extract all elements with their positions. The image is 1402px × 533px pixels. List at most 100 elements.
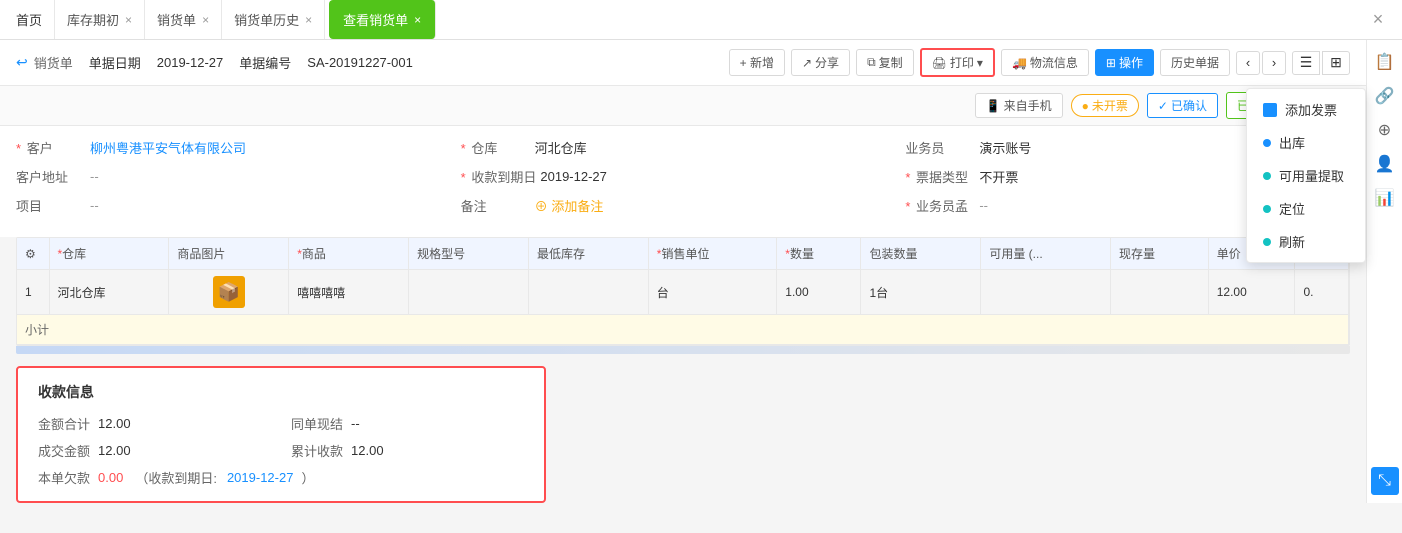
cumulative-value: 12.00 [351,443,384,458]
row-available [981,270,1111,315]
nav-arrows: ‹ › [1236,51,1286,75]
tab-view-sales-close[interactable]: × [414,13,421,27]
tab-sales-order[interactable]: 销货单 × [145,0,222,39]
due-date-suffix: ） [301,468,314,487]
next-button[interactable]: › [1262,51,1286,75]
not-opened-button[interactable]: ● 未开票 [1071,94,1139,117]
doc-type-icon: ↩ [16,54,28,71]
number-label: 单据编号 [239,53,291,72]
sidebar-link-icon[interactable]: 🔗 [1371,82,1399,110]
remark-add[interactable]: ⊕ 添加备注 [535,196,604,215]
tab-sales-history-close[interactable]: × [305,13,312,27]
payment-info-box: 收款信息 金额合计 12.00 同单现结 -- 成交金额 12.00 累计收款 … [16,366,546,503]
customer-value[interactable]: 柳州粤港平安气体有限公司 [90,138,246,157]
row-quantity: 1.00 [777,270,861,315]
plus-icon: ⊕ [535,199,548,214]
tab-sales-history[interactable]: 销货单历史 × [222,0,325,39]
row-image: 📦 [169,270,289,315]
address-value: -- [90,169,99,184]
operations-button[interactable]: ⊞ 操作 [1095,49,1154,76]
table-row: 1 河北仓库 📦 嘻嘻嘻嘻 台 1.00 1台 12.00 [17,270,1349,315]
payment-date-value: 2019-12-27 [540,169,607,184]
prev-button[interactable]: ‹ [1236,51,1260,75]
sidebar-user-icon[interactable]: 👤 [1371,150,1399,178]
from-phone-button[interactable]: 📱 来自手机 [975,93,1063,118]
project-value: -- [90,198,99,213]
document-meta: 单据日期 2019-12-27 单据编号 SA-20191227-001 [89,53,413,72]
row-unit: 台 [648,270,776,315]
sub-action-bar: 📱 来自手机 ● 未开票 ✓ 已确认 已核销 已生效 [0,86,1366,126]
col-pack-qty: 包装数量 [861,238,981,270]
logistics-button[interactable]: 🚚 物流信息 [1001,49,1089,76]
data-table: ⚙ *仓库 商品图片 *商品 规格型号 最低库存 *销售单位 *数量 包装数量 … [17,238,1349,345]
warehouse-field: * 仓库 河北仓库 [461,138,906,157]
sidebar-table-icon[interactable]: 📊 [1371,184,1399,212]
share-button[interactable]: ↗ 分享 [791,49,850,76]
current-due-label: 本单欠款 [38,468,90,487]
copy-button[interactable]: ⧉ 复制 [856,49,914,76]
row-min-stock [528,270,648,315]
subtotal-label: 小计 [17,315,1349,345]
document-header: ↩ 销货单 单据日期 2019-12-27 单据编号 SA-20191227-0… [0,40,1366,86]
form-row-1: * 客户 柳州粤港平安气体有限公司 * 仓库 河北仓库 业务员 [16,138,1350,157]
row-stock [1111,270,1209,315]
customer-field: * 客户 柳州粤港平安气体有限公司 [16,138,461,157]
col-config[interactable]: ⚙ [17,238,49,270]
table-header-row: ⚙ *仓库 商品图片 *商品 规格型号 最低库存 *销售单位 *数量 包装数量 … [17,238,1349,270]
locate-icon [1263,205,1271,213]
sidebar-info-icon[interactable]: 📋 [1371,48,1399,76]
grid-view-button[interactable]: ⊞ [1322,51,1350,75]
dropdown-locate[interactable]: 定位 [1247,192,1365,225]
row-spec [409,270,529,315]
date-value: 2019-12-27 [157,55,224,70]
phone-icon: 📱 [986,99,1001,113]
right-sidebar: 📋 🔗 ⊕ 👤 📊 ⤡ [1366,40,1402,503]
copy-icon: ⧉ [867,55,876,70]
col-product: *商品 [289,238,409,270]
new-button[interactable]: + 新增 [729,49,785,76]
list-view-button[interactable]: ☰ [1292,51,1320,75]
same-order-label: 同单现结 [291,414,343,433]
col-warehouse: *仓库 [49,238,169,270]
transaction-row: 成交金额 12.00 [38,441,271,460]
dropdown-outbound[interactable]: 出库 [1247,126,1365,159]
due-row: 本单欠款 0.00 （收款到期日: 2019-12-27 ） [38,468,524,487]
history-button[interactable]: 历史单据 [1160,49,1230,76]
same-order-row: 同单现结 -- [291,414,524,433]
ticket-type-value: 不开票 [979,167,1018,186]
ops-icon: ⊞ [1106,56,1116,70]
same-order-value: -- [351,416,360,431]
tab-view-sales[interactable]: 查看销货单 × [329,0,436,39]
tab-home[interactable]: 首页 [8,0,55,39]
remark-field: 备注 ⊕ 添加备注 [461,196,906,215]
col-available: 可用量 (... [981,238,1111,270]
cumulative-row: 累计收款 12.00 [291,441,524,460]
dropdown-add-invoice[interactable]: 添加发票 [1247,93,1365,126]
total-amount-row: 金额合计 12.00 [38,414,271,433]
outbound-icon [1263,139,1271,147]
total-label: 金额合计 [38,414,90,433]
document-type: ↩ 销货单 [16,53,73,72]
warehouse-value: 河北仓库 [535,138,587,157]
sidebar-circle-icon[interactable]: ⊕ [1371,116,1399,144]
tab-sales-order-close[interactable]: × [202,13,209,27]
tab-inventory-init[interactable]: 库存期初 × [55,0,145,39]
dropdown-available-qty[interactable]: 可用量提取 [1247,159,1365,192]
sidebar-expand-icon[interactable]: ⤡ [1371,467,1399,495]
view-toggle: ☰ ⊞ [1292,51,1350,75]
current-due-value: 0.00 [98,470,123,485]
date-label: 单据日期 [89,53,141,72]
window-close-button[interactable]: × [1362,4,1394,36]
dropdown-refresh[interactable]: 刷新 [1247,225,1365,258]
row-warehouse: 河北仓库 [49,270,169,315]
confirm-button[interactable]: ✓ 已确认 [1147,93,1218,118]
row-unit-price: 12.00 [1208,270,1295,315]
share-icon: ↗ [802,56,812,70]
col-min-stock: 最低库存 [528,238,648,270]
tab-inventory-init-close[interactable]: × [125,13,132,27]
row-product: 嘻嘻嘻嘻 [289,270,409,315]
product-image: 📦 [213,276,245,308]
truck-icon: 🚚 [1012,56,1027,70]
operations-dropdown: 添加发票 出库 可用量提取 定位 刷新 [1246,88,1366,263]
print-button[interactable]: 🖨 打印 ▾ [920,48,995,77]
